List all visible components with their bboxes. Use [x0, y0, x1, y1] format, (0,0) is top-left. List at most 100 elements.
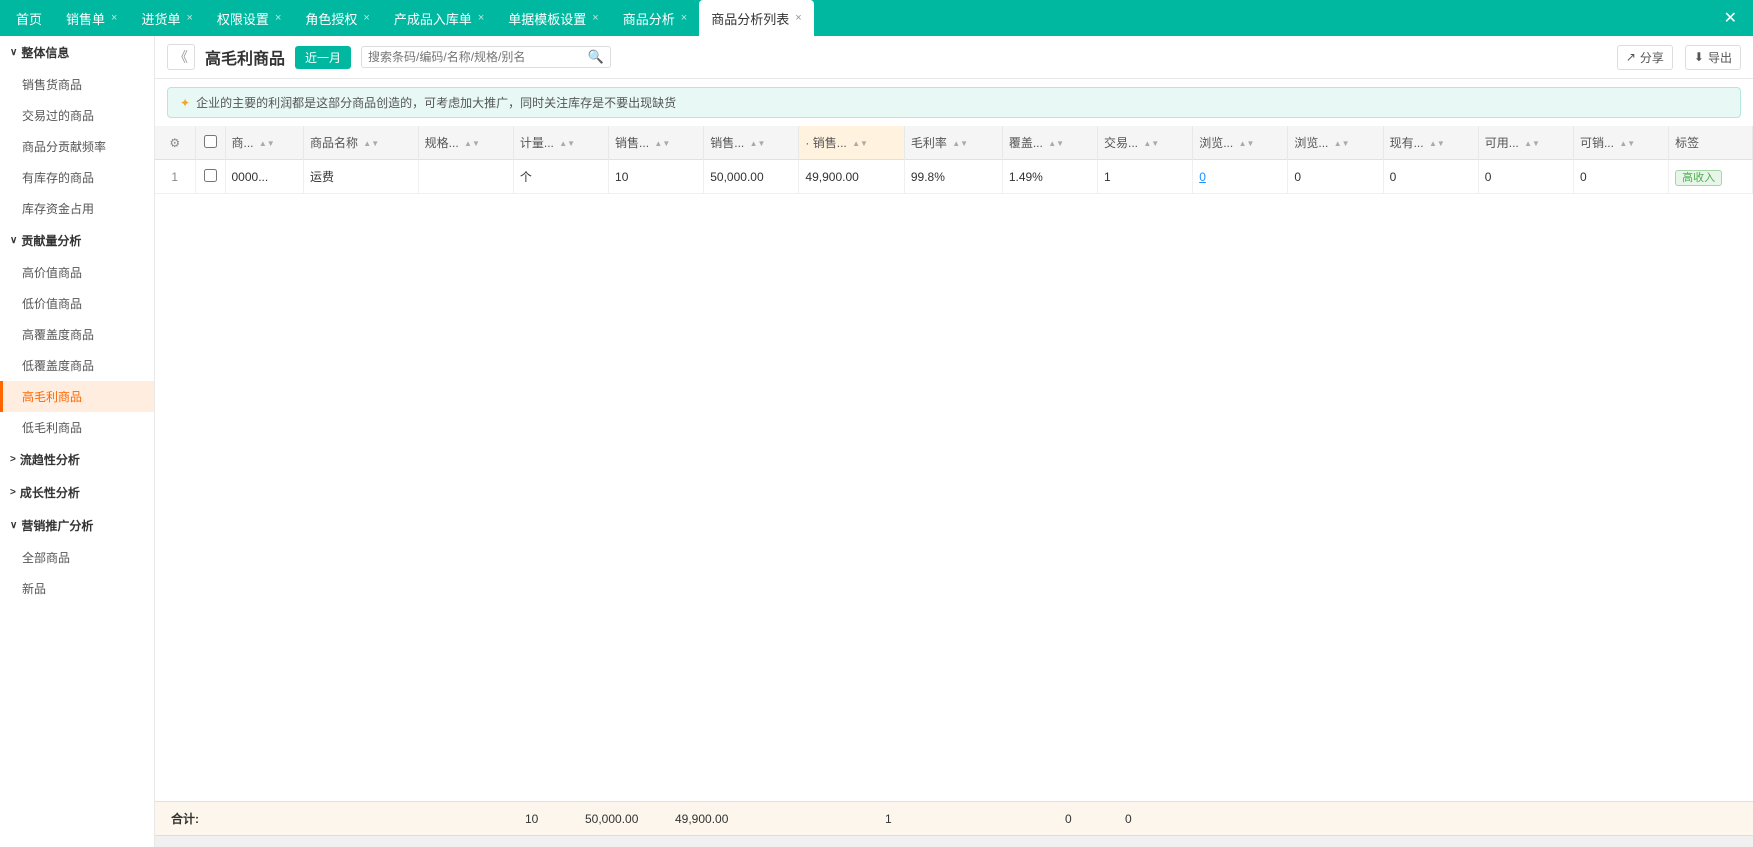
col-header-checkbox[interactable] [195, 126, 225, 160]
col-transactions-label: 交易... [1104, 136, 1138, 150]
col-header-current[interactable]: 现有... ▲▼ [1383, 126, 1478, 160]
cell-browse1[interactable]: 0 [1193, 160, 1288, 194]
export-button[interactable]: ⬇ 导出 [1685, 45, 1741, 70]
col-header-browse1[interactable]: 浏览... ▲▼ [1193, 126, 1288, 160]
col-code-label: 商... [232, 136, 254, 150]
tab-close-button[interactable]: × [363, 12, 369, 24]
col-header-unit[interactable]: 计量... ▲▼ [513, 126, 608, 160]
sidebar-group-贡献量分析[interactable]: ∨贡献量分析 [0, 224, 154, 257]
col-sales3-label: · 销售... [805, 136, 846, 150]
sidebar-item[interactable]: 新品 [0, 573, 154, 604]
nav-tab-销售单[interactable]: 销售单× [54, 0, 129, 36]
col-header-sellable[interactable]: 可销... ▲▼ [1573, 126, 1668, 160]
nav-tab-角色授权[interactable]: 角色授权× [293, 0, 381, 36]
sidebar-group-营销推广分析[interactable]: ∨营销推广分析 [0, 509, 154, 542]
col-name-label: 商品名称 [310, 136, 358, 150]
select-all-checkbox[interactable] [204, 135, 217, 148]
col-header-sales1[interactable]: 销售... ▲▼ [609, 126, 704, 160]
col-sales2-label: 销售... [710, 136, 744, 150]
row-checkbox[interactable] [204, 169, 217, 182]
cell-check[interactable] [195, 160, 225, 194]
col-header-gross[interactable]: 毛利率 ▲▼ [904, 126, 1002, 160]
col-sort-icon: ▲▼ [750, 139, 766, 148]
sidebar-item[interactable]: 库存资金占用 [0, 193, 154, 224]
tab-close-button[interactable]: × [186, 12, 192, 24]
nav-tab-单据模板设置[interactable]: 单据模板设置× [496, 0, 610, 36]
sidebar-item[interactable]: 有库存的商品 [0, 162, 154, 193]
col-header-code[interactable]: 商... ▲▼ [225, 126, 303, 160]
tab-close-button[interactable]: × [795, 12, 801, 24]
sidebar-item[interactable]: 全部商品 [0, 542, 154, 573]
info-banner-text: 企业的主要的利润都是这部分商品创造的，可考虑加大推广，同时关注库存是不要出现缺货 [196, 94, 676, 111]
search-input[interactable] [368, 50, 588, 64]
col-header-available[interactable]: 可用... ▲▼ [1478, 126, 1573, 160]
cell-browse2: 0 [1288, 160, 1383, 194]
sidebar-item[interactable]: 低毛利商品 [0, 412, 154, 443]
window-close-button[interactable]: ✕ [1712, 8, 1749, 28]
col-gross-label: 毛利率 [911, 136, 947, 150]
info-banner: ✦ 企业的主要的利润都是这部分商品创造的，可考虑加大推广，同时关注库存是不要出现… [167, 87, 1741, 118]
page-title: 高毛利商品 [205, 45, 285, 69]
nav-tab-进货单[interactable]: 进货单× [129, 0, 204, 36]
tab-close-button[interactable]: × [111, 12, 117, 24]
sidebar-item[interactable]: 低价值商品 [0, 288, 154, 319]
tab-close-button[interactable]: × [478, 12, 484, 24]
sidebar-item[interactable]: 低覆盖度商品 [0, 350, 154, 381]
col-sort-icon: ▲▼ [1619, 139, 1635, 148]
col-header-coverage[interactable]: 覆盖... ▲▼ [1002, 126, 1097, 160]
nav-tab-商品分析列表[interactable]: 商品分析列表× [699, 0, 813, 36]
table-header-row: ⚙ 商... ▲▼ 商品名称 ▲▼ 规格... ▲▼ [155, 126, 1753, 160]
top-navigation: 首页销售单×进货单×权限设置×角色授权×产成品入库单×单据模板设置×商品分析×商… [0, 0, 1753, 36]
col-sort-icon: ▲▼ [559, 139, 575, 148]
sidebar-item[interactable]: 高毛利商品 [0, 381, 154, 412]
sidebar-group-label: 整体信息 [21, 44, 69, 61]
col-sort-icon: ▲▼ [852, 139, 868, 148]
col-spec-label: 规格... [425, 136, 459, 150]
sidebar-group-整体信息[interactable]: ∨ 整体信息 [0, 36, 154, 69]
sidebar-group-label: 营销推广分析 [21, 517, 93, 534]
horizontal-scrollbar[interactable] [155, 835, 1753, 847]
cell-current: 0 [1383, 160, 1478, 194]
col-browse1-label: 浏览... [1199, 136, 1233, 150]
col-header-transactions[interactable]: 交易... ▲▼ [1098, 126, 1193, 160]
share-button[interactable]: ↗ 分享 [1617, 45, 1673, 70]
sidebar-item[interactable]: 销售货商品 [0, 69, 154, 100]
tag-badge: 高收入 [1675, 170, 1722, 186]
sidebar-item[interactable]: 交易过的商品 [0, 100, 154, 131]
sidebar: ∨ 整体信息销售货商品交易过的商品商品分贡献频率有库存的商品库存资金占用∨贡献量分… [0, 36, 155, 847]
data-table: ⚙ 商... ▲▼ 商品名称 ▲▼ 规格... ▲▼ [155, 126, 1753, 194]
nav-tab-产成品入库单[interactable]: 产成品入库单× [382, 0, 496, 36]
tab-close-button[interactable]: × [681, 12, 687, 24]
footer-label: 合计: [161, 810, 239, 827]
col-sort-icon: ▲▼ [464, 139, 480, 148]
collapse-sidebar-button[interactable]: 《 [167, 44, 195, 70]
search-icon[interactable]: 🔍 [588, 49, 604, 65]
cell-available: 0 [1478, 160, 1573, 194]
nav-tab-商品分析[interactable]: 商品分析× [611, 0, 699, 36]
cell-unit: 个 [513, 160, 608, 194]
col-header-sales3[interactable]: · 销售... ▲▼ [799, 126, 904, 160]
footer-sales3: 49,900.00 [669, 812, 759, 826]
sidebar-group-流趋性分析[interactable]: >流趋性分析 [0, 443, 154, 476]
browse-link[interactable]: 0 [1199, 170, 1206, 184]
nav-tab-权限设置[interactable]: 权限设置× [205, 0, 293, 36]
date-filter-button[interactable]: 近一月 [295, 46, 351, 69]
col-header-settings[interactable]: ⚙ [155, 126, 195, 160]
col-header-spec[interactable]: 规格... ▲▼ [418, 126, 513, 160]
sidebar-item[interactable]: 高价值商品 [0, 257, 154, 288]
col-tag-label: 标签 [1675, 136, 1699, 150]
col-header-browse2[interactable]: 浏览... ▲▼ [1288, 126, 1383, 160]
col-sort-icon: ▲▼ [1429, 139, 1445, 148]
col-header-name[interactable]: 商品名称 ▲▼ [303, 126, 418, 160]
sidebar-item[interactable]: 高覆盖度商品 [0, 319, 154, 350]
col-header-tag[interactable]: 标签 [1669, 126, 1753, 160]
cell-code: 0000... [225, 160, 303, 194]
nav-tab-首页[interactable]: 首页 [4, 0, 54, 36]
sidebar-group-成长性分析[interactable]: >成长性分析 [0, 476, 154, 509]
sidebar-item[interactable]: 商品分贡献频率 [0, 131, 154, 162]
col-header-sales2[interactable]: 销售... ▲▼ [704, 126, 799, 160]
col-sales1-label: 销售... [615, 136, 649, 150]
tab-close-button[interactable]: × [275, 12, 281, 24]
tab-close-button[interactable]: × [592, 12, 598, 24]
sidebar-group-arrow: ∨ [10, 47, 17, 58]
